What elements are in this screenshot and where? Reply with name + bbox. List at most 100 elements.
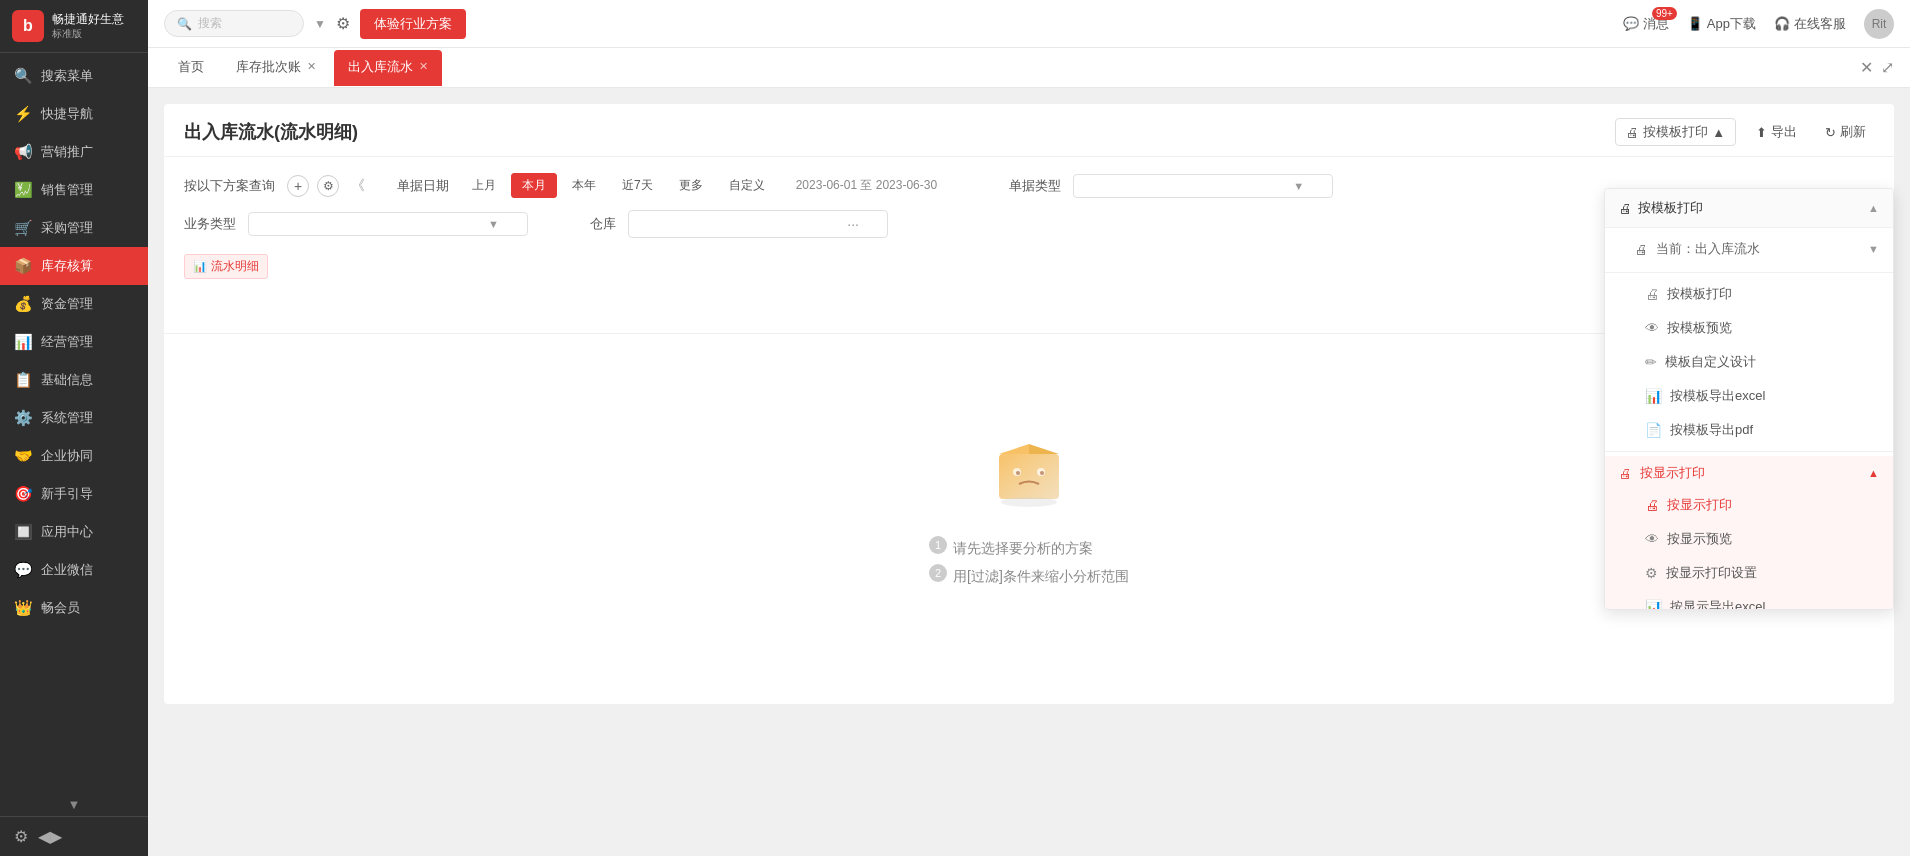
marketing-icon: 📢 — [14, 143, 33, 161]
app-download-btn[interactable]: 📱 App下载 — [1687, 15, 1756, 33]
sidebar-item-search[interactable]: 🔍 搜索菜单 — [0, 57, 148, 95]
filter-chip-flow[interactable]: 📊 流水明细 — [184, 254, 268, 279]
date-tag-more[interactable]: 更多 — [668, 173, 714, 198]
dropdown-main-header[interactable]: 🖨 按模板打印 ▲ — [1605, 189, 1893, 228]
members-icon: 👑 — [14, 599, 33, 617]
date-tag-group: 上月 本月 本年 近7天 更多 自定义 — [461, 173, 776, 198]
template-excel-icon: 📊 — [1645, 388, 1662, 404]
date-tag-7days[interactable]: 近7天 — [611, 173, 664, 198]
date-tag-last-month[interactable]: 上月 — [461, 173, 507, 198]
system-icon: ⚙️ — [14, 409, 33, 427]
basic-info-icon: 📋 — [14, 371, 33, 389]
svg-point-3 — [1016, 471, 1020, 475]
display-export-excel-item[interactable]: 📊 按显示导出excel — [1605, 590, 1893, 609]
sidebar-item-inventory[interactable]: 📦 库存核算 — [0, 247, 148, 285]
dropdown-scroll-area: 🖨 按模板打印 ▲ 🖨 当前：出入库流水 ▼ — [1605, 189, 1893, 609]
export-btn[interactable]: ⬆ 导出 — [1748, 119, 1805, 145]
close-all-icon[interactable]: ✕ — [1860, 58, 1873, 77]
industry-btn[interactable]: 体验行业方案 — [360, 9, 466, 39]
sidebar-item-operations[interactable]: 📊 经营管理 — [0, 323, 148, 361]
sidebar-item-guide[interactable]: 🎯 新手引导 — [0, 475, 148, 513]
filter-settings-btn[interactable]: ⚙ — [317, 175, 339, 197]
template-preview-item[interactable]: 👁 按模板预览 — [1605, 311, 1893, 345]
display-print-section-header[interactable]: 🖨 按显示打印 ▲ — [1605, 456, 1893, 488]
sidebar-item-finance[interactable]: 💰 资金管理 — [0, 285, 148, 323]
sidebar-nav: 🔍 搜索菜单 ⚡ 快捷导航 📢 营销推广 💹 销售管理 🛒 采购管理 📦 库存核… — [0, 53, 148, 793]
divider-1 — [1605, 272, 1893, 273]
print-dropdown-panel: 🖨 按模板打印 ▲ 🖨 当前：出入库流水 ▼ — [1604, 188, 1894, 610]
voucher-select-arrow: ▼ — [1293, 180, 1304, 192]
quick-nav-icon: ⚡ — [14, 105, 33, 123]
filter-icons: + ⚙ — [287, 175, 339, 197]
tab-batch-account-close[interactable]: ✕ — [307, 60, 316, 73]
tab-home[interactable]: 首页 — [164, 50, 218, 86]
sidebar-item-members[interactable]: 👑 畅会员 — [0, 589, 148, 627]
expand-icon[interactable]: ⤢ — [1881, 58, 1894, 77]
display-preview-item[interactable]: 👁 按显示预览 — [1605, 522, 1893, 556]
template-customize-icon: ✏ — [1645, 354, 1657, 370]
page-header: 出入库流水(流水明细) 🖨 按模板打印 ▲ ⬆ 导出 ↻ 刷新 — [164, 104, 1894, 157]
date-tag-this-month[interactable]: 本月 — [511, 173, 557, 198]
display-settings-icon: ⚙ — [1645, 565, 1658, 581]
print-chevron-up: ▲ — [1712, 125, 1725, 140]
business-type-select[interactable]: ▼ — [248, 212, 528, 236]
dropdown-header-chevron: ▲ — [1868, 202, 1879, 214]
tab-flow[interactable]: 出入库流水 ✕ — [334, 50, 442, 86]
user-avatar[interactable]: Rit — [1864, 9, 1894, 39]
sidebar-item-marketing[interactable]: 📢 营销推广 — [0, 133, 148, 171]
online-service-btn[interactable]: 🎧 在线客服 — [1774, 15, 1846, 33]
avatar-initials: Rit — [1872, 17, 1887, 31]
filter-collapse-btn[interactable]: 《 — [351, 177, 365, 195]
date-tag-this-year[interactable]: 本年 — [561, 173, 607, 198]
sidebar-item-purchase[interactable]: 🛒 采购管理 — [0, 209, 148, 247]
page-actions: 🖨 按模板打印 ▲ ⬆ 导出 ↻ 刷新 — [1615, 118, 1874, 146]
app-logo-text: 畅捷通好生意 标准版 — [52, 12, 124, 41]
export-icon: ⬆ — [1756, 125, 1767, 140]
template-export-pdf-item[interactable]: 📄 按模板导出pdf — [1605, 413, 1893, 447]
sidebar-item-basic-info[interactable]: 📋 基础信息 — [0, 361, 148, 399]
filter-add-btn[interactable]: + — [287, 175, 309, 197]
cooperation-icon: 🤝 — [14, 447, 33, 465]
message-btn[interactable]: 💬 消息 99+ — [1623, 15, 1669, 33]
refresh-btn[interactable]: ↻ 刷新 — [1817, 119, 1874, 145]
tip-item-1: 1 请先选择要分析的方案 — [929, 534, 1129, 562]
header-search[interactable]: 🔍 搜索 — [164, 10, 304, 37]
footer-collapse-icon[interactable]: ◀▶ — [38, 827, 62, 846]
sidebar: b 畅捷通好生意 标准版 🔍 搜索菜单 ⚡ 快捷导航 📢 营销推广 💹 销售管理… — [0, 0, 148, 856]
header-dropdown-arrow[interactable]: ▼ — [314, 17, 326, 31]
template-pdf-icon: 📄 — [1645, 422, 1662, 438]
tip-item-2: 2 用[过滤]条件来缩小分析范围 — [929, 562, 1129, 590]
empty-tips: 1 请先选择要分析的方案 2 用[过滤]条件来缩小分析范围 — [929, 534, 1129, 590]
page-title: 出入库流水(流水明细) — [184, 120, 358, 144]
tab-batch-account[interactable]: 库存批次账 ✕ — [222, 50, 330, 86]
date-tag-custom[interactable]: 自定义 — [718, 173, 776, 198]
sidebar-item-app-center[interactable]: 🔲 应用中心 — [0, 513, 148, 551]
display-print-icon: 🖨 — [1645, 497, 1659, 513]
tab-flow-close[interactable]: ✕ — [419, 60, 428, 73]
display-print-settings-item[interactable]: ⚙ 按显示打印设置 — [1605, 556, 1893, 590]
sidebar-scroll-down[interactable]: ▼ — [0, 793, 148, 816]
template-customize-item[interactable]: ✏ 模板自定义设计 — [1605, 345, 1893, 379]
sidebar-item-sales[interactable]: 💹 销售管理 — [0, 171, 148, 209]
warehouse-select[interactable]: ··· — [628, 210, 888, 238]
dropdown-current-section: 🖨 当前：出入库流水 ▼ — [1605, 228, 1893, 268]
footer-settings-icon[interactable]: ⚙ — [14, 827, 28, 846]
header-gear-icon[interactable]: ⚙ — [336, 14, 350, 33]
app-logo-icon: b — [12, 10, 44, 42]
display-print-item[interactable]: 🖨 按显示打印 — [1605, 488, 1893, 522]
app-center-icon: 🔲 — [14, 523, 33, 541]
print-template-btn[interactable]: 🖨 按模板打印 ▲ — [1615, 118, 1736, 146]
sidebar-item-wechat[interactable]: 💬 企业微信 — [0, 551, 148, 589]
tabs-right-controls: ✕ ⤢ — [1860, 58, 1894, 77]
sidebar-item-system[interactable]: ⚙️ 系统管理 — [0, 399, 148, 437]
sidebar-item-quick-nav[interactable]: ⚡ 快捷导航 — [0, 95, 148, 133]
template-print-item[interactable]: 🖨 按模板打印 — [1605, 277, 1893, 311]
template-export-excel-item[interactable]: 📊 按模板导出excel — [1605, 379, 1893, 413]
voucher-type-select[interactable]: ▼ — [1073, 174, 1333, 198]
header-right: 💬 消息 99+ 📱 App下载 🎧 在线客服 Rit — [1623, 9, 1894, 39]
sidebar-footer: ⚙ ◀▶ — [0, 816, 148, 856]
sidebar-item-cooperation[interactable]: 🤝 企业协同 — [0, 437, 148, 475]
dropdown-current-item[interactable]: 🖨 当前：出入库流水 ▼ — [1605, 232, 1893, 264]
sidebar-logo: b 畅捷通好生意 标准版 — [0, 0, 148, 53]
operations-icon: 📊 — [14, 333, 33, 351]
